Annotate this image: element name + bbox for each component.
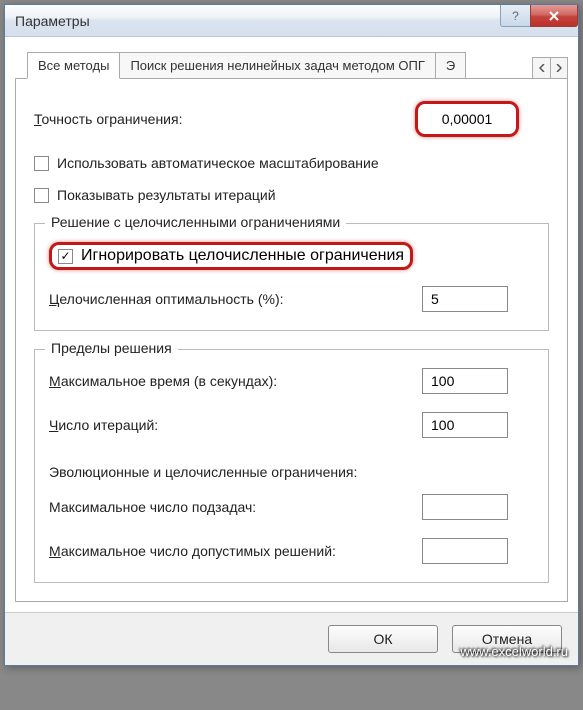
tab-strip: Все методы Поиск решения нелинейных зада… <box>15 51 568 79</box>
close-icon <box>548 11 560 21</box>
tab-scroll <box>532 57 568 78</box>
evol-header-row: Эволюционные и целочисленные ограничения… <box>49 464 534 480</box>
maxtime-input[interactable] <box>422 368 508 394</box>
tab-all-methods[interactable]: Все методы <box>27 52 120 79</box>
maxtime-row: Максимальное время (в секундах): <box>49 368 534 394</box>
showiter-checkbox[interactable] <box>34 188 49 203</box>
solutions-label: Максимальное число допустимых решений: <box>49 543 336 559</box>
tab-scroll-left[interactable] <box>532 57 550 79</box>
limits-group: Пределы решения Максимальное время (в се… <box>34 349 549 583</box>
precision-highlight <box>415 101 519 137</box>
help-button[interactable]: ? <box>500 5 530 27</box>
precision-input[interactable] <box>424 106 510 132</box>
dialog-window: Параметры ? Все методы Поиск решения нел… <box>4 4 579 666</box>
integer-group: Решение с целочисленными ограничениями И… <box>34 223 549 331</box>
maxtime-label: Максимальное время (в секундах): <box>49 373 277 389</box>
autoscale-row: Использовать автоматическое масштабирова… <box>34 155 549 171</box>
evol-header-label: Эволюционные и целочисленные ограничения… <box>49 464 357 480</box>
optimality-label: Целочисленная оптимальность (%): <box>49 291 284 307</box>
help-icon: ? <box>512 9 519 23</box>
iterations-label: Число итераций: <box>49 417 158 433</box>
chevron-right-icon <box>556 64 562 72</box>
ignore-integer-checkbox[interactable] <box>58 249 73 264</box>
iterations-row: Число итераций: <box>49 412 534 438</box>
autoscale-label: Использовать автоматическое масштабирова… <box>57 155 379 171</box>
titlebar-text: Параметры <box>15 13 90 29</box>
solutions-input[interactable] <box>422 538 508 564</box>
dialog-content: Все методы Поиск решения нелинейных зада… <box>5 37 578 612</box>
optimality-input[interactable] <box>422 286 508 312</box>
integer-group-legend: Решение с целочисленными ограничениями <box>45 214 346 230</box>
titlebar[interactable]: Параметры ? <box>5 5 578 37</box>
showiter-label: Показывать результаты итераций <box>57 187 276 203</box>
optimality-row: Целочисленная оптимальность (%): <box>49 286 534 312</box>
autoscale-checkbox[interactable] <box>34 156 49 171</box>
close-button[interactable] <box>530 5 578 27</box>
tab-nonlinear[interactable]: Поиск решения нелинейных задач методом О… <box>120 52 435 79</box>
precision-row: Точность ограничения: <box>34 101 549 137</box>
tab-scroll-right[interactable] <box>550 57 568 79</box>
subtasks-label: Максимальное число подзадач: <box>49 499 256 515</box>
titlebar-buttons: ? <box>500 5 578 27</box>
ignore-integer-label: Игнорировать целочисленные ограничения <box>81 247 404 265</box>
ok-button[interactable]: ОК <box>328 625 438 653</box>
subtasks-row: Максимальное число подзадач: <box>49 494 534 520</box>
tab-panel: Точность ограничения: Использовать автом… <box>15 79 568 602</box>
chevron-left-icon <box>539 64 545 72</box>
showiter-row: Показывать результаты итераций <box>34 187 549 203</box>
tab-evolution[interactable]: Э <box>436 52 466 79</box>
ignore-highlight: Игнорировать целочисленные ограничения <box>49 242 413 270</box>
solutions-row: Максимальное число допустимых решений: <box>49 538 534 564</box>
iterations-input[interactable] <box>422 412 508 438</box>
subtasks-input[interactable] <box>422 494 508 520</box>
precision-label: Точность ограничения: <box>34 111 182 127</box>
watermark: www.excelworld.ru <box>460 644 568 659</box>
limits-legend: Пределы решения <box>45 340 178 356</box>
